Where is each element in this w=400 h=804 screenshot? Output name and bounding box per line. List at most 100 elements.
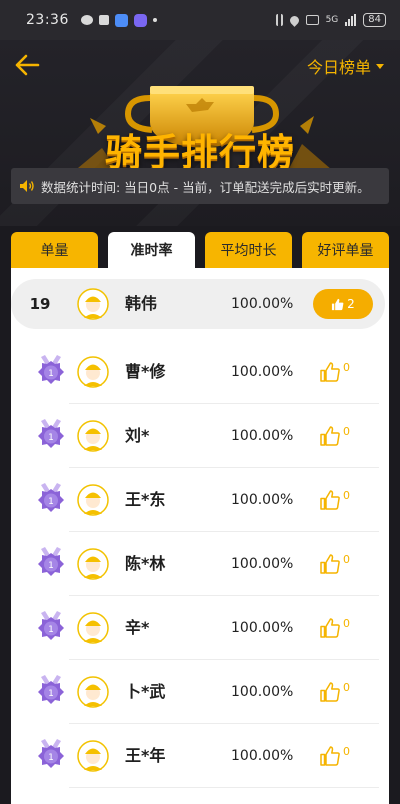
on-time-rate: 100.00% — [231, 364, 294, 380]
list-item: 1 卜*武 100.00% 0 — [11, 660, 389, 724]
like-count: 0 — [343, 616, 350, 630]
period-selector[interactable]: 今日榜单 — [307, 54, 384, 78]
rider-name: 韩伟 — [125, 294, 158, 313]
like-button[interactable]: 0 — [319, 485, 363, 515]
avatar — [77, 356, 109, 388]
thumbs-up-icon — [320, 554, 340, 574]
like-button[interactable]: 0 — [319, 421, 363, 451]
rider-name: 陈*林 — [125, 554, 166, 573]
status-bar: 23:36 5G 84 — [0, 0, 400, 40]
medal-icon: 1 — [25, 660, 77, 724]
like-count: 0 — [343, 488, 350, 502]
tab-order-count[interactable]: 单量 — [11, 232, 98, 268]
thumbs-up-icon — [320, 362, 340, 382]
rider-name: 卜*武 — [125, 682, 166, 701]
tab-average-duration[interactable]: 平均时长 — [205, 232, 292, 268]
rider-name: 曹*修 — [125, 362, 166, 381]
list-item: 1 刘* 100.00% 0 — [11, 404, 389, 468]
metric-tabs: 单量 准时率 平均时长 好评单量 — [11, 232, 389, 268]
svg-text:1: 1 — [48, 689, 54, 699]
like-button[interactable]: 0 — [319, 741, 363, 771]
tab-on-time-rate[interactable]: 准时率 — [108, 232, 195, 268]
like-count: 0 — [343, 424, 350, 438]
caret-down-icon — [376, 63, 384, 69]
on-time-rate: 100.00% — [231, 684, 294, 700]
on-time-rate: 100.00% — [231, 620, 294, 636]
medal-icon: 1 — [25, 468, 77, 532]
on-time-rate: 100.00% — [231, 296, 294, 312]
system-icons: 5G 84 — [275, 13, 386, 27]
like-count: 0 — [343, 744, 350, 758]
thumbs-up-icon — [320, 426, 340, 446]
tab-positive-reviews[interactable]: 好评单量 — [302, 232, 389, 268]
thumbs-up-icon — [320, 490, 340, 510]
like-count: 2 — [347, 297, 355, 311]
medal-icon: 1 — [25, 404, 77, 468]
bluetooth-icon — [275, 14, 283, 26]
list-item: 1 辛* 100.00% 0 — [11, 596, 389, 660]
svg-text:1: 1 — [48, 625, 54, 635]
leaderboard-header: 今日榜单 骑手排行榜 数据统计时间: 当日0点 - 当前，订单配送完成后实时更新… — [0, 40, 400, 226]
like-button[interactable]: 0 — [319, 677, 363, 707]
ranking-list: 19 韩伟 100.00% 2 1 曹*修 100.00% 0 1 刘* 100.00% 0 1… — [11, 268, 389, 804]
avatar — [77, 288, 109, 320]
like-count: 0 — [343, 552, 350, 566]
avatar — [77, 548, 109, 580]
svg-text:1: 1 — [48, 433, 54, 443]
thumbs-up-icon — [320, 682, 340, 702]
wechat-icon — [80, 15, 93, 25]
rider-name: 王*年 — [125, 746, 166, 765]
avatar — [77, 420, 109, 452]
like-button[interactable]: 0 — [319, 357, 363, 387]
like-count: 0 — [343, 360, 350, 374]
hd-icon — [305, 15, 319, 25]
back-arrow-icon[interactable] — [14, 54, 40, 76]
battery-level: 84 — [363, 13, 386, 27]
thumbs-up-icon — [320, 618, 340, 638]
avatar — [77, 612, 109, 644]
my-rank-number: 19 — [29, 295, 51, 313]
more-notifications-icon — [152, 18, 157, 22]
app-notification-icon — [114, 13, 128, 27]
list-item: 1 王*年 100.00% 0 — [11, 724, 389, 788]
medal-icon: 1 — [25, 596, 77, 660]
stats-notice: 数据统计时间: 当日0点 - 当前，订单配送完成后实时更新。 — [11, 168, 389, 204]
list-item: 1 陈*林 100.00% 0 — [11, 532, 389, 596]
location-icon — [287, 13, 301, 27]
row-divider — [69, 787, 379, 788]
medal-icon: 1 — [25, 340, 77, 404]
status-time: 23:36 — [26, 12, 69, 28]
notice-text: 数据统计时间: 当日0点 - 当前，订单配送完成后实时更新。 — [41, 179, 370, 195]
avatar — [77, 740, 109, 772]
avatar — [77, 676, 109, 708]
speaker-icon — [20, 180, 34, 192]
like-button[interactable]: 0 — [319, 549, 363, 579]
like-button[interactable]: 0 — [319, 613, 363, 643]
rider-name: 辛* — [125, 618, 150, 637]
app-notification-icon — [133, 13, 147, 27]
my-rank-row: 19 韩伟 100.00% 2 — [11, 279, 385, 329]
like-button[interactable]: 2 — [313, 289, 373, 319]
on-time-rate: 100.00% — [231, 556, 294, 572]
rider-name: 刘* — [125, 426, 150, 445]
like-count: 0 — [343, 680, 350, 694]
notification-icons — [80, 13, 157, 27]
thumbs-up-icon — [320, 746, 340, 766]
list-item: 1 曹*修 100.00% 0 — [11, 340, 389, 404]
rider-name: 王*东 — [125, 490, 166, 509]
avatar — [77, 484, 109, 516]
medal-icon: 1 — [25, 724, 77, 788]
svg-text:1: 1 — [48, 497, 54, 507]
thumbs-up-icon — [332, 298, 344, 310]
on-time-rate: 100.00% — [231, 492, 294, 508]
network-type: 5G — [325, 15, 339, 25]
svg-text:1: 1 — [48, 561, 54, 571]
svg-text:1: 1 — [48, 753, 54, 763]
on-time-rate: 100.00% — [231, 748, 294, 764]
svg-text:1: 1 — [48, 369, 54, 379]
list-item: 1 王*东 100.00% 0 — [11, 468, 389, 532]
period-label: 今日榜单 — [306, 58, 371, 77]
medal-icon: 1 — [25, 532, 77, 596]
app-notification-icon — [98, 15, 109, 25]
on-time-rate: 100.00% — [231, 428, 294, 444]
